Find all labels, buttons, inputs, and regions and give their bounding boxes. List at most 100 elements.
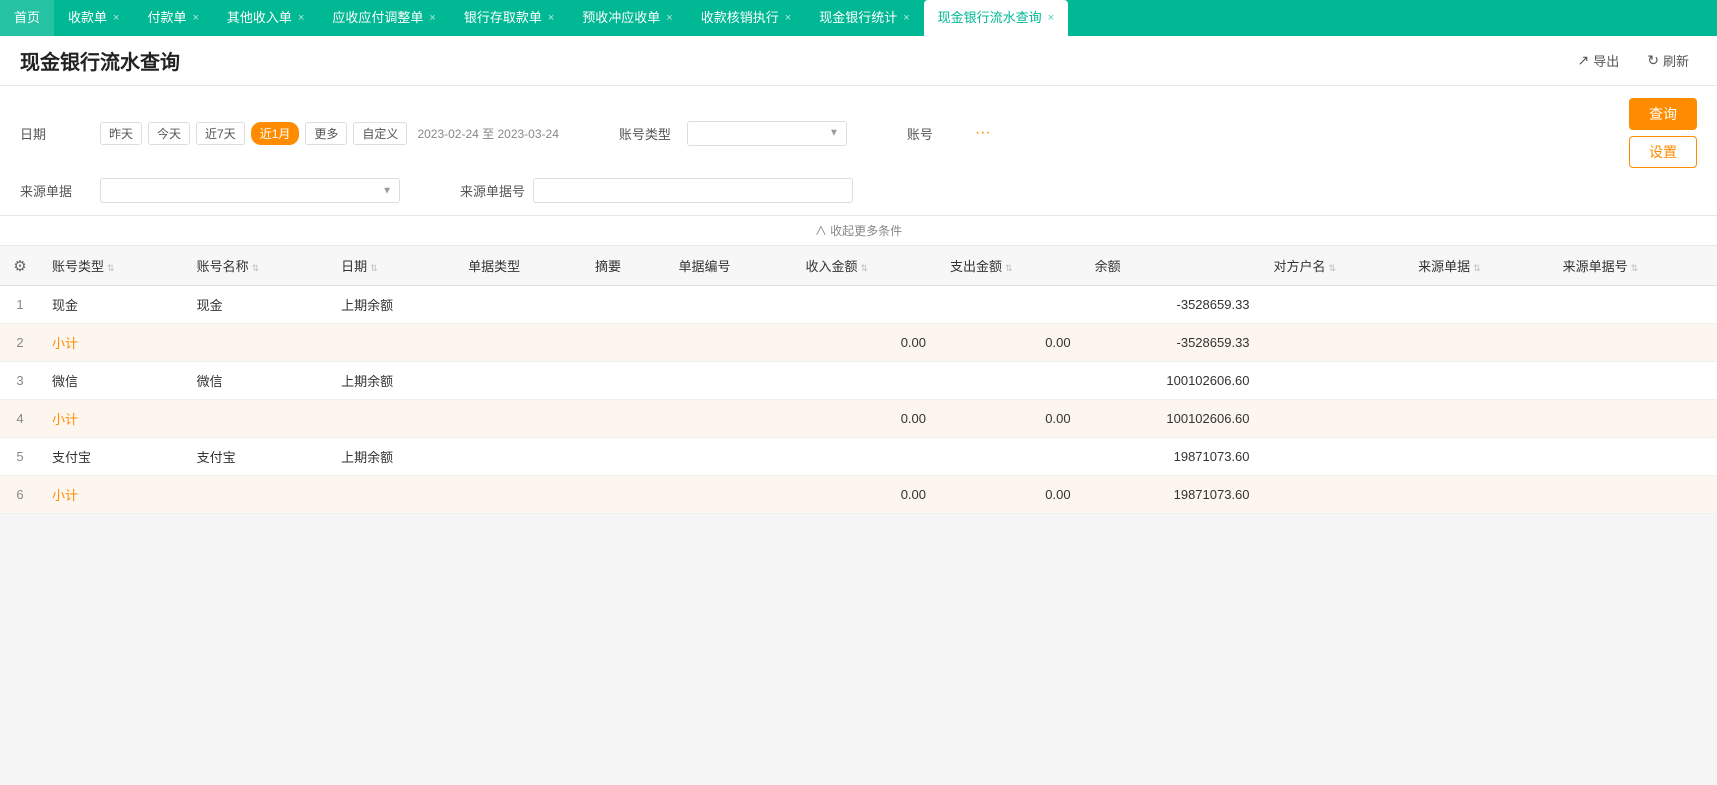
date-btn-yesterday[interactable]: 昨天 — [100, 122, 142, 145]
nav-receipt-label: 收款单 — [68, 0, 107, 36]
export-label: 导出 — [1593, 51, 1619, 70]
nav-other-income-label: 其他收入单 — [227, 0, 292, 36]
account-dots[interactable]: ··· — [975, 124, 991, 142]
nav-payment-label: 付款单 — [147, 0, 186, 36]
date-btn-7days[interactable]: 近7天 — [196, 122, 245, 145]
filter-area: 日期 昨天 今天 近7天 近1月 更多 自定义 2023-02-24 至 202… — [0, 86, 1717, 216]
nav-item-prepayment[interactable]: 预收冲应收单 × — [568, 0, 686, 36]
date-filter-buttons: 昨天 今天 近7天 近1月 更多 自定义 2023-02-24 至 2023-0… — [100, 122, 559, 145]
nav-item-payment[interactable]: 付款单 × — [133, 0, 212, 36]
nav-verification-label: 收款核销执行 — [701, 0, 779, 36]
col-income[interactable]: 收入金额⇅ — [793, 246, 938, 286]
query-button[interactable]: 查询 — [1629, 98, 1697, 130]
cell-counterparty — [1262, 286, 1407, 324]
close-icon[interactable]: × — [1048, 0, 1054, 36]
cell-source-doc — [1406, 362, 1551, 400]
cell-source-doc-no — [1551, 286, 1717, 324]
sort-icon-account-name: ⇅ — [252, 263, 260, 273]
cell-date: 上期余额 — [329, 362, 456, 400]
cell-doc-type — [456, 400, 583, 438]
nav-item-other-income[interactable]: 其他收入单 × — [213, 0, 318, 36]
cell-source-doc-no — [1551, 362, 1717, 400]
export-button[interactable]: ↗ 导出 — [1570, 47, 1628, 74]
cell-expense — [938, 438, 1083, 476]
nav-item-verification[interactable]: 收款核销执行 × — [687, 0, 805, 36]
cell-date — [329, 324, 456, 362]
cell-account-name — [185, 324, 330, 362]
col-date[interactable]: 日期⇅ — [329, 246, 456, 286]
date-range-text: 2023-02-24 至 2023-03-24 — [417, 125, 558, 142]
close-icon[interactable]: × — [192, 0, 198, 36]
date-btn-today[interactable]: 今天 — [148, 122, 190, 145]
nav-prepayment-label: 预收冲应收单 — [582, 0, 660, 36]
filter-row-2: 来源单据 来源单据号 — [20, 178, 1697, 203]
cell-date: 上期余额 — [329, 438, 456, 476]
nav-item-cash-flow[interactable]: 现金银行流水查询 × — [924, 0, 1068, 36]
cell-summary — [583, 476, 667, 514]
sort-icon-expense: ⇅ — [1005, 263, 1013, 273]
cell-account-name — [185, 400, 330, 438]
col-settings[interactable]: ⚙ — [0, 246, 40, 286]
close-icon[interactable]: × — [785, 0, 791, 36]
top-navigation: 首页 收款单 × 付款单 × 其他收入单 × 应收应付调整单 × 银行存取款单 … — [0, 0, 1717, 36]
nav-item-cash-stats[interactable]: 现金银行统计 × — [805, 0, 923, 36]
cell-account-type: 小计 — [40, 400, 185, 438]
cell-summary — [583, 400, 667, 438]
cell-account-type: 支付宝 — [40, 438, 185, 476]
close-icon[interactable]: × — [298, 0, 304, 36]
table-row: 1现金现金上期余额-3528659.33 — [0, 286, 1717, 324]
col-source-doc-no[interactable]: 来源单据号⇅ — [1551, 246, 1717, 286]
nav-item-receipt[interactable]: 收款单 × — [54, 0, 133, 36]
cell-income: 0.00 — [793, 400, 938, 438]
cell-source-doc-no — [1551, 438, 1717, 476]
cell-income — [793, 286, 938, 324]
settings-gear-icon[interactable]: ⚙ — [13, 258, 26, 275]
date-btn-1month[interactable]: 近1月 — [251, 122, 300, 145]
filter-row-1: 日期 昨天 今天 近7天 近1月 更多 自定义 2023-02-24 至 202… — [20, 98, 1697, 168]
close-icon[interactable]: × — [666, 0, 672, 36]
source-doc-label: 来源单据 — [20, 181, 80, 200]
collapse-bar[interactable]: ∧ 收起更多条件 — [0, 216, 1717, 246]
source-doc-no-input[interactable] — [533, 178, 853, 203]
col-account-name[interactable]: 账号名称⇅ — [185, 246, 330, 286]
nav-item-bank-deposit[interactable]: 银行存取款单 × — [450, 0, 568, 36]
col-source-doc[interactable]: 来源单据⇅ — [1406, 246, 1551, 286]
account-type-select[interactable] — [687, 121, 847, 146]
cell-account-type: 现金 — [40, 286, 185, 324]
col-doc-no: 单据编号 — [667, 246, 794, 286]
cell-source-doc-no — [1551, 324, 1717, 362]
col-summary: 摘要 — [583, 246, 667, 286]
close-icon[interactable]: × — [429, 0, 435, 36]
col-account-type[interactable]: 账号类型⇅ — [40, 246, 185, 286]
cell-summary — [583, 324, 667, 362]
date-btn-custom[interactable]: 自定义 — [353, 122, 407, 145]
table-row: 2小计0.000.00-3528659.33 — [0, 324, 1717, 362]
col-expense[interactable]: 支出金额⇅ — [938, 246, 1083, 286]
cell-account-name — [185, 476, 330, 514]
row-index: 6 — [0, 476, 40, 514]
cell-expense: 0.00 — [938, 476, 1083, 514]
source-doc-select[interactable] — [100, 178, 400, 203]
close-icon[interactable]: × — [548, 0, 554, 36]
col-doc-type: 单据类型 — [456, 246, 583, 286]
table-row: 3微信微信上期余额100102606.60 — [0, 362, 1717, 400]
sort-icon-income: ⇅ — [860, 263, 868, 273]
col-counterparty[interactable]: 对方户名⇅ — [1262, 246, 1407, 286]
cell-expense — [938, 362, 1083, 400]
cell-account-type: 小计 — [40, 324, 185, 362]
refresh-button[interactable]: ↻ 刷新 — [1639, 47, 1697, 74]
cell-balance: -3528659.33 — [1083, 286, 1262, 324]
nav-cash-stats-label: 现金银行统计 — [819, 0, 897, 36]
cell-source-doc — [1406, 400, 1551, 438]
col-balance: 余额 — [1083, 246, 1262, 286]
nav-item-adjustment[interactable]: 应收应付调整单 × — [318, 0, 449, 36]
close-icon[interactable]: × — [113, 0, 119, 36]
cell-summary — [583, 438, 667, 476]
cell-counterparty — [1262, 400, 1407, 438]
cell-balance: 100102606.60 — [1083, 362, 1262, 400]
page-header: 现金银行流水查询 ↗ 导出 ↻ 刷新 — [0, 36, 1717, 86]
date-btn-more[interactable]: 更多 — [305, 122, 347, 145]
close-icon[interactable]: × — [903, 0, 909, 36]
settings-button[interactable]: 设置 — [1629, 136, 1697, 168]
nav-item-home[interactable]: 首页 — [0, 0, 54, 36]
